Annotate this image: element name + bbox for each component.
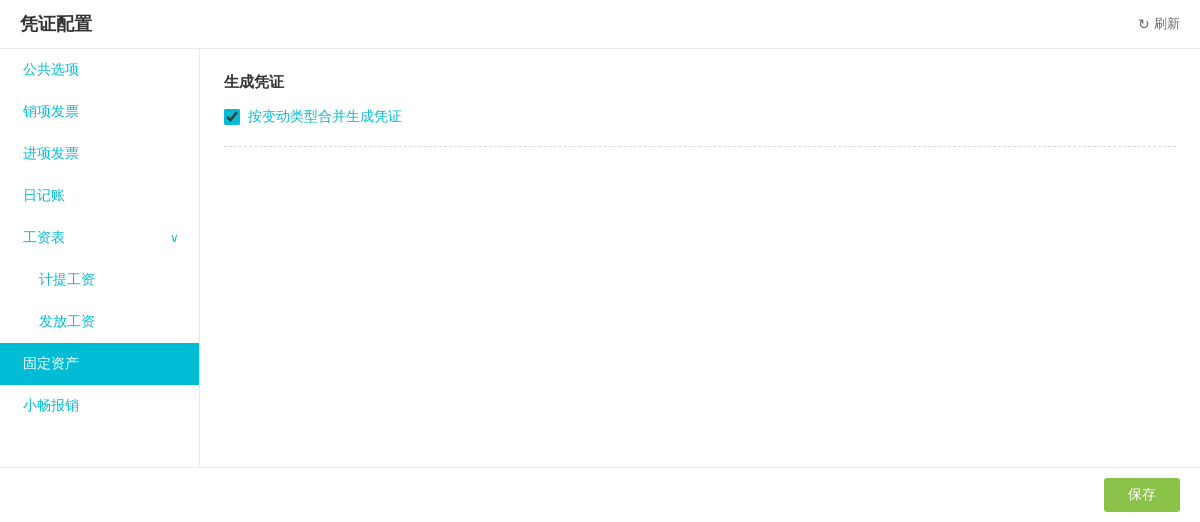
- sidebar: 公共选项销项发票进项发票日记账工资表 ∨ 计提工资发放工资固定资产小畅报销: [0, 49, 200, 467]
- refresh-icon: ↻: [1138, 16, 1150, 32]
- section-divider: [224, 146, 1176, 147]
- sidebar-label-fixed-assets: 固定资产: [23, 355, 79, 373]
- sidebar-item-public-options[interactable]: 公共选项: [0, 49, 199, 91]
- content-area: 生成凭证 按变动类型合并生成凭证: [200, 49, 1200, 467]
- sidebar-label-expense-claims: 小畅报销: [23, 397, 79, 415]
- sidebar-item-accrual-salary[interactable]: 计提工资: [0, 259, 199, 301]
- main-layout: 公共选项销项发票进项发票日记账工资表 ∨ 计提工资发放工资固定资产小畅报销 生成凭证…: [0, 49, 1200, 467]
- sidebar-item-expense-claims[interactable]: 小畅报销: [0, 385, 199, 427]
- refresh-button[interactable]: ↻ 刷新: [1138, 15, 1180, 33]
- sidebar-label-journal: 日记账: [23, 187, 65, 205]
- page-header: 凭证配置 ↻ 刷新: [0, 0, 1200, 49]
- refresh-label: 刷新: [1154, 15, 1180, 33]
- sidebar-label-sales-invoice: 销项发票: [23, 103, 79, 121]
- sidebar-item-purchase-invoice[interactable]: 进项发票: [0, 133, 199, 175]
- section-title: 生成凭证: [224, 73, 1176, 92]
- sidebar-item-fixed-assets[interactable]: 固定资产: [0, 343, 199, 385]
- merge-voucher-checkbox[interactable]: [224, 109, 240, 125]
- merge-voucher-label[interactable]: 按变动类型合并生成凭证: [248, 108, 402, 126]
- save-button[interactable]: 保存: [1104, 478, 1180, 512]
- sidebar-item-pay-salary[interactable]: 发放工资: [0, 301, 199, 343]
- sidebar-label-purchase-invoice: 进项发票: [23, 145, 79, 163]
- page-title: 凭证配置: [20, 12, 92, 36]
- sidebar-label-accrual-salary: 计提工资: [39, 271, 95, 289]
- sidebar-item-journal[interactable]: 日记账: [0, 175, 199, 217]
- page-footer: 保存: [0, 467, 1200, 522]
- sidebar-label-payroll: 工资表: [23, 229, 65, 247]
- chevron-down-icon: ∨: [170, 231, 179, 245]
- sidebar-item-payroll[interactable]: 工资表 ∨: [0, 217, 199, 259]
- sidebar-label-public-options: 公共选项: [23, 61, 79, 79]
- sidebar-item-sales-invoice[interactable]: 销项发票: [0, 91, 199, 133]
- merge-voucher-row: 按变动类型合并生成凭证: [224, 108, 1176, 126]
- sidebar-label-pay-salary: 发放工资: [39, 313, 95, 331]
